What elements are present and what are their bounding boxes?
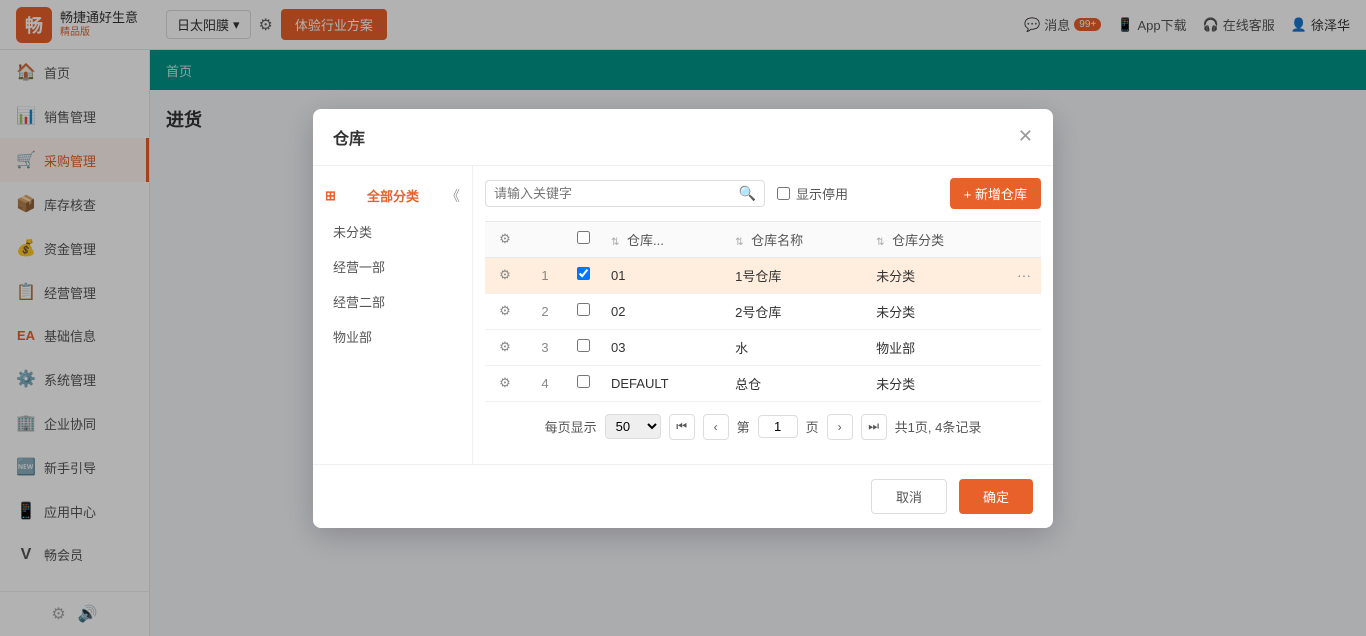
modal-body: ⊞ 全部分类 《 未分类 经营一部 经营二部 物业部 [313, 166, 1053, 464]
table-row[interactable]: ⚙ 4 DEFAULT 总仓 未分类 [485, 365, 1041, 401]
row-gear[interactable]: ⚙ [485, 329, 525, 365]
row-num: 2 [525, 293, 565, 329]
pagination: 每页显示 50 20 100 ⏮ ‹ 第 页 › [485, 402, 1041, 452]
category-item-ops2[interactable]: 经营二部 [313, 284, 472, 319]
category-all[interactable]: ⊞ 全部分类 《 [313, 178, 472, 214]
row-gear[interactable]: ⚙ [485, 257, 525, 293]
modal-overlay: 仓库 ✕ ⊞ 全部分类 《 未分类 经营一部 经营二部 [150, 50, 1366, 636]
main-content: 首页 进货 仓库 ✕ ⊞ 全部分类 [150, 50, 1366, 636]
table-toolbar: 🔍 显示停用 + 新增仓库 [485, 178, 1041, 209]
row-actions[interactable] [1007, 293, 1041, 329]
row-code: 01 [601, 257, 725, 293]
row-checkbox[interactable] [577, 339, 590, 352]
row-category: 未分类 [866, 293, 1007, 329]
row-code: 02 [601, 293, 725, 329]
first-page-button[interactable]: ⏮ [669, 414, 695, 440]
col-code[interactable]: ⇅ 仓库... [601, 221, 725, 257]
page-input[interactable] [758, 415, 798, 438]
category-item-unclassified[interactable]: 未分类 [313, 214, 472, 249]
table-area: 🔍 显示停用 + 新增仓库 ⚙ [473, 166, 1053, 464]
row-gear[interactable]: ⚙ [485, 365, 525, 401]
table-row[interactable]: ⚙ 1 01 1号仓库 未分类 ··· [485, 257, 1041, 293]
warehouse-table: ⚙ ⇅ 仓库... ⇅ 仓库名称 [485, 221, 1041, 402]
sort-icon-cat: ⇅ [876, 237, 884, 248]
search-icon: 🔍 [739, 185, 756, 202]
last-page-button[interactable]: ⏭ [861, 414, 887, 440]
row-name: 水 [725, 329, 866, 365]
warehouse-modal: 仓库 ✕ ⊞ 全部分类 《 未分类 经营一部 经营二部 [313, 109, 1053, 528]
col-gear: ⚙ [485, 221, 525, 257]
row-actions[interactable] [1007, 365, 1041, 401]
category-item-property[interactable]: 物业部 [313, 319, 472, 354]
row-check[interactable] [565, 329, 601, 365]
col-category[interactable]: ⇅ 仓库分类 [866, 221, 1007, 257]
row-num: 4 [525, 365, 565, 401]
row-category: 未分类 [866, 365, 1007, 401]
page-text: 第 [737, 417, 750, 436]
row-gear[interactable]: ⚙ [485, 293, 525, 329]
select-all-checkbox[interactable] [577, 231, 590, 244]
row-num: 1 [525, 257, 565, 293]
modal-header: 仓库 ✕ [313, 109, 1053, 166]
row-more-button[interactable]: ··· [1017, 267, 1031, 283]
category-item-ops1[interactable]: 经营一部 [313, 249, 472, 284]
row-category: 未分类 [866, 257, 1007, 293]
table-row[interactable]: ⚙ 2 02 2号仓库 未分类 [485, 293, 1041, 329]
col-name[interactable]: ⇅ 仓库名称 [725, 221, 866, 257]
row-num: 3 [525, 329, 565, 365]
row-category: 物业部 [866, 329, 1007, 365]
col-check [565, 221, 601, 257]
modal-footer: 取消 确定 [313, 464, 1053, 528]
next-page-button[interactable]: › [827, 414, 853, 440]
modal-title: 仓库 [333, 125, 365, 149]
sort-icon: ⇅ [611, 237, 619, 248]
row-checkbox[interactable] [577, 267, 590, 280]
modal-close-button[interactable]: ✕ [1018, 126, 1033, 147]
grid-icon: ⊞ [325, 188, 336, 204]
row-checkbox[interactable] [577, 375, 590, 388]
col-actions [1007, 221, 1041, 257]
confirm-button[interactable]: 确定 [959, 479, 1033, 514]
collapse-button[interactable]: 《 [446, 186, 460, 206]
row-name: 总仓 [725, 365, 866, 401]
row-code: 03 [601, 329, 725, 365]
row-check[interactable] [565, 365, 601, 401]
total-info: 共1页, 4条记录 [895, 417, 982, 436]
table-row[interactable]: ⚙ 3 03 水 物业部 [485, 329, 1041, 365]
search-input[interactable] [494, 186, 739, 201]
row-checkbox[interactable] [577, 303, 590, 316]
row-name: 1号仓库 [725, 257, 866, 293]
row-check[interactable] [565, 293, 601, 329]
show-disabled-checkbox[interactable] [777, 187, 790, 200]
show-disabled-label: 显示停用 [777, 184, 848, 203]
search-input-wrap: 🔍 [485, 180, 765, 207]
category-sidebar: ⊞ 全部分类 《 未分类 经营一部 经营二部 物业部 [313, 166, 473, 464]
add-warehouse-button[interactable]: + 新增仓库 [950, 178, 1041, 209]
row-code: DEFAULT [601, 365, 725, 401]
page-size-select[interactable]: 50 20 100 [605, 414, 661, 439]
main-layout: 🏠 首页 📊 销售管理 🛒 采购管理 📦 库存核查 💰 资金管理 📋 经营管理 … [0, 50, 1366, 636]
col-num [525, 221, 565, 257]
row-name: 2号仓库 [725, 293, 866, 329]
row-check[interactable] [565, 257, 601, 293]
prev-page-button[interactable]: ‹ [703, 414, 729, 440]
row-actions[interactable]: ··· [1007, 257, 1041, 293]
page-label: 页 [806, 417, 819, 436]
sort-icon-name: ⇅ [735, 237, 743, 248]
cancel-button[interactable]: 取消 [871, 479, 947, 514]
row-actions[interactable] [1007, 329, 1041, 365]
